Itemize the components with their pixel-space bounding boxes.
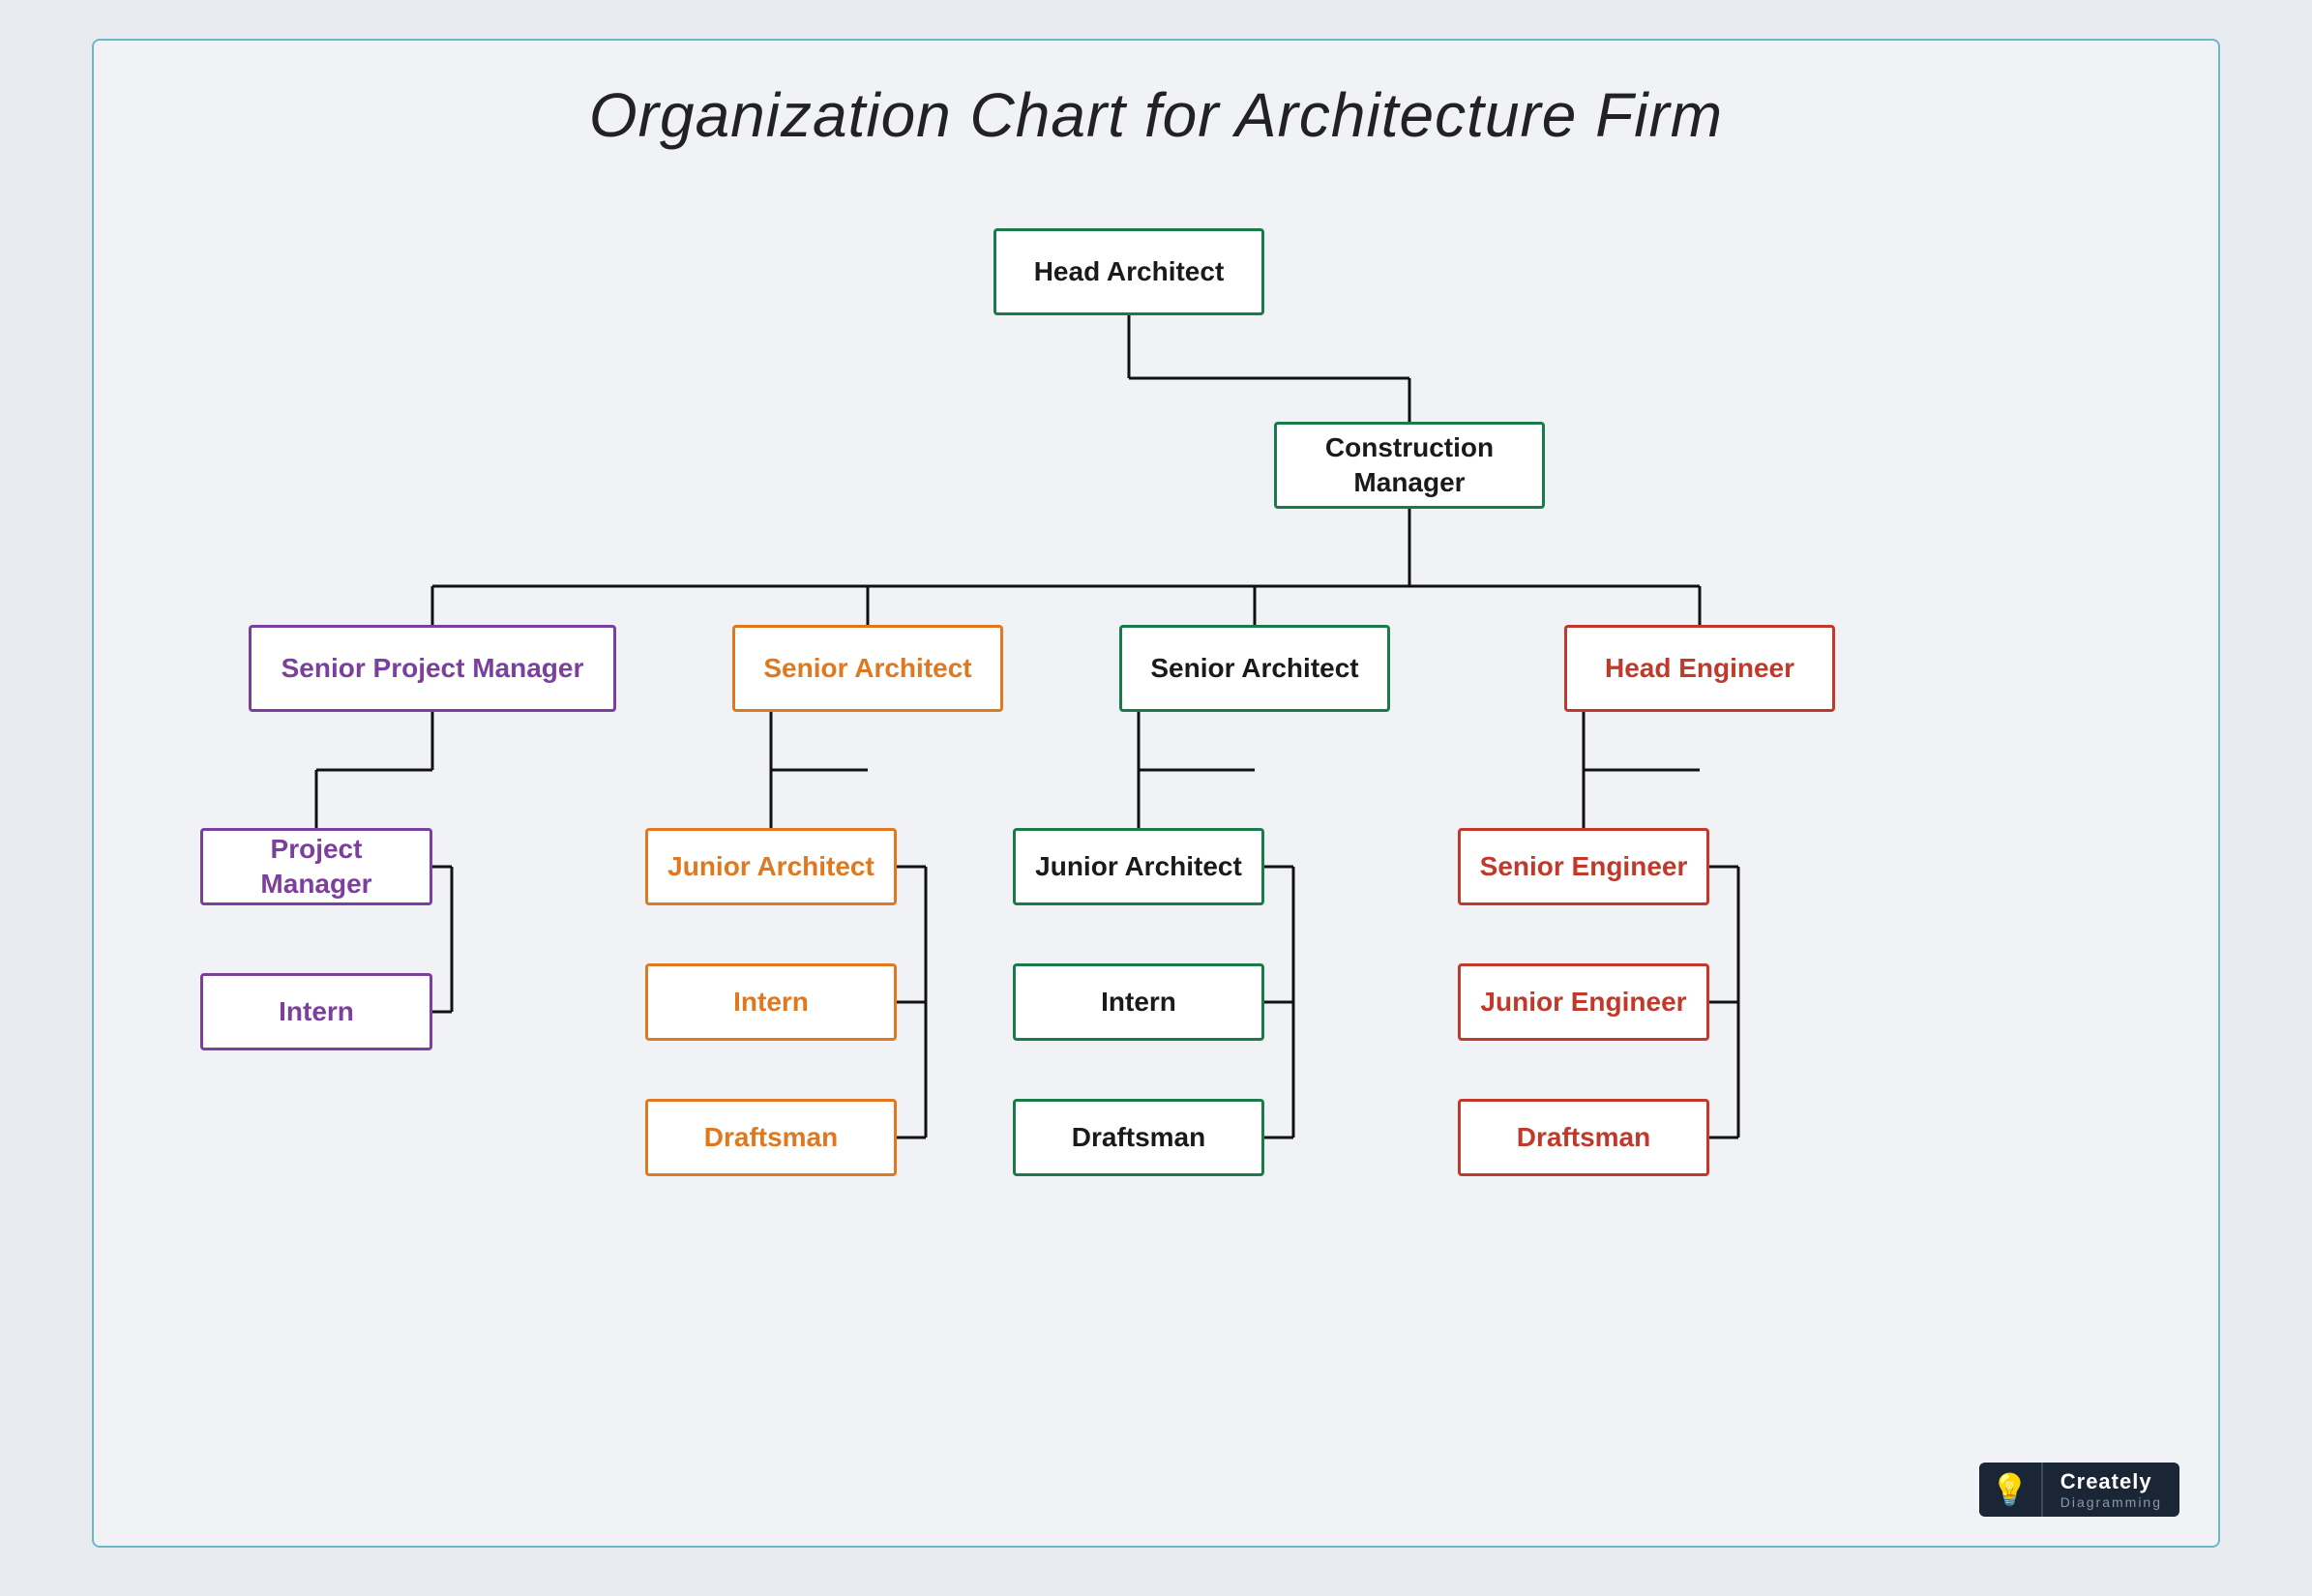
draftsman-1-node: Draftsman [645,1099,897,1176]
creately-bulb-container: 💡 [1979,1463,2041,1516]
page-wrapper: Organization Chart for Architecture Firm [92,39,2220,1548]
senior-architect-1-node: Senior Architect [732,625,1003,712]
senior-project-manager-node: Senior Project Manager [249,625,616,712]
draftsman-2-node: Draftsman [1013,1099,1264,1176]
senior-engineer-node: Senior Engineer [1458,828,1709,905]
junior-engineer-node: Junior Engineer [1458,963,1709,1041]
intern-pm-node: Intern [200,973,432,1050]
draftsman-eng-node: Draftsman [1458,1099,1709,1176]
creately-name: creately [2060,1469,2162,1494]
intern-arch-2-node: Intern [1013,963,1264,1041]
construction-manager-node: Construction Manager [1274,422,1545,509]
junior-architect-2-node: Junior Architect [1013,828,1264,905]
creately-logo: 💡 creately Diagramming [1979,1463,2179,1517]
chart-area: Head Architect Construction Manager Seni… [152,209,2160,1466]
creately-sub: Diagramming [2060,1494,2162,1510]
head-architect-node: Head Architect [993,228,1264,315]
junior-architect-1-node: Junior Architect [645,828,897,905]
bulb-icon: 💡 [1991,1471,2030,1508]
intern-arch-1-node: Intern [645,963,897,1041]
head-engineer-node: Head Engineer [1564,625,1835,712]
creately-text-container: creately Diagramming [2043,1463,2179,1517]
chart-title: Organization Chart for Architecture Firm [152,79,2160,151]
senior-architect-2-node: Senior Architect [1119,625,1390,712]
project-manager-node: Project Manager [200,828,432,905]
